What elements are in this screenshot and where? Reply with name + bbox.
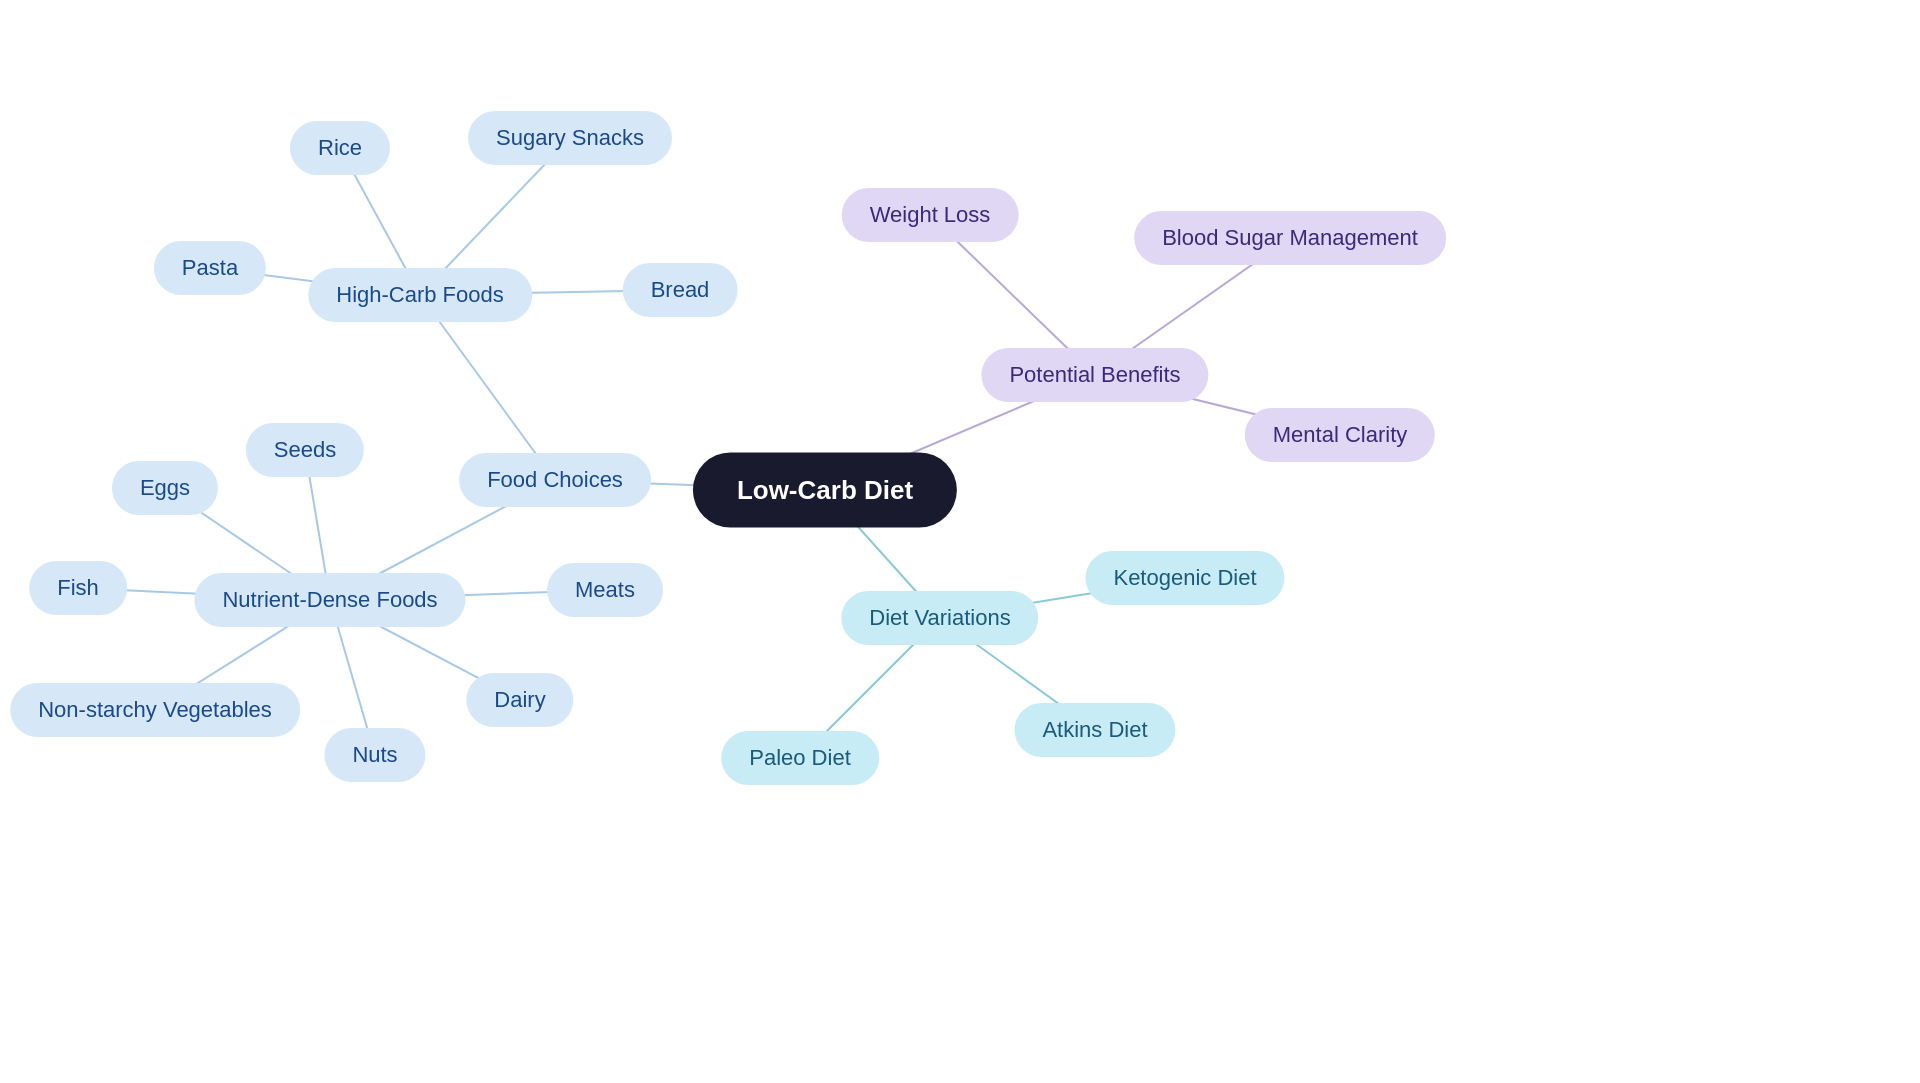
node-mental-clarity: Mental Clarity bbox=[1245, 408, 1435, 462]
node-nutrient-dense: Nutrient-Dense Foods bbox=[194, 573, 465, 627]
node-meats: Meats bbox=[547, 563, 663, 617]
node-seeds: Seeds bbox=[246, 423, 364, 477]
node-weight-loss: Weight Loss bbox=[842, 188, 1019, 242]
node-fish: Fish bbox=[29, 561, 127, 615]
mind-map: Low-Carb Diet Food Choices High-Carb Foods… bbox=[0, 0, 1920, 1083]
node-diet-variations: Diet Variations bbox=[841, 591, 1038, 645]
node-ketogenic: Ketogenic Diet bbox=[1085, 551, 1284, 605]
node-high-carb-foods: High-Carb Foods bbox=[308, 268, 532, 322]
node-pasta: Pasta bbox=[154, 241, 266, 295]
node-sugary-snacks: Sugary Snacks bbox=[468, 111, 672, 165]
node-potential-benefits: Potential Benefits bbox=[981, 348, 1208, 402]
center-node: Low-Carb Diet bbox=[693, 453, 957, 528]
connections-svg bbox=[0, 0, 1920, 1083]
node-dairy: Dairy bbox=[466, 673, 573, 727]
node-paleo: Paleo Diet bbox=[721, 731, 879, 785]
node-eggs: Eggs bbox=[112, 461, 218, 515]
node-non-starchy: Non-starchy Vegetables bbox=[10, 683, 300, 737]
node-rice: Rice bbox=[290, 121, 390, 175]
node-blood-sugar: Blood Sugar Management bbox=[1134, 211, 1446, 265]
node-food-choices: Food Choices bbox=[459, 453, 651, 507]
node-bread: Bread bbox=[623, 263, 738, 317]
node-nuts: Nuts bbox=[324, 728, 425, 782]
node-atkins: Atkins Diet bbox=[1014, 703, 1175, 757]
